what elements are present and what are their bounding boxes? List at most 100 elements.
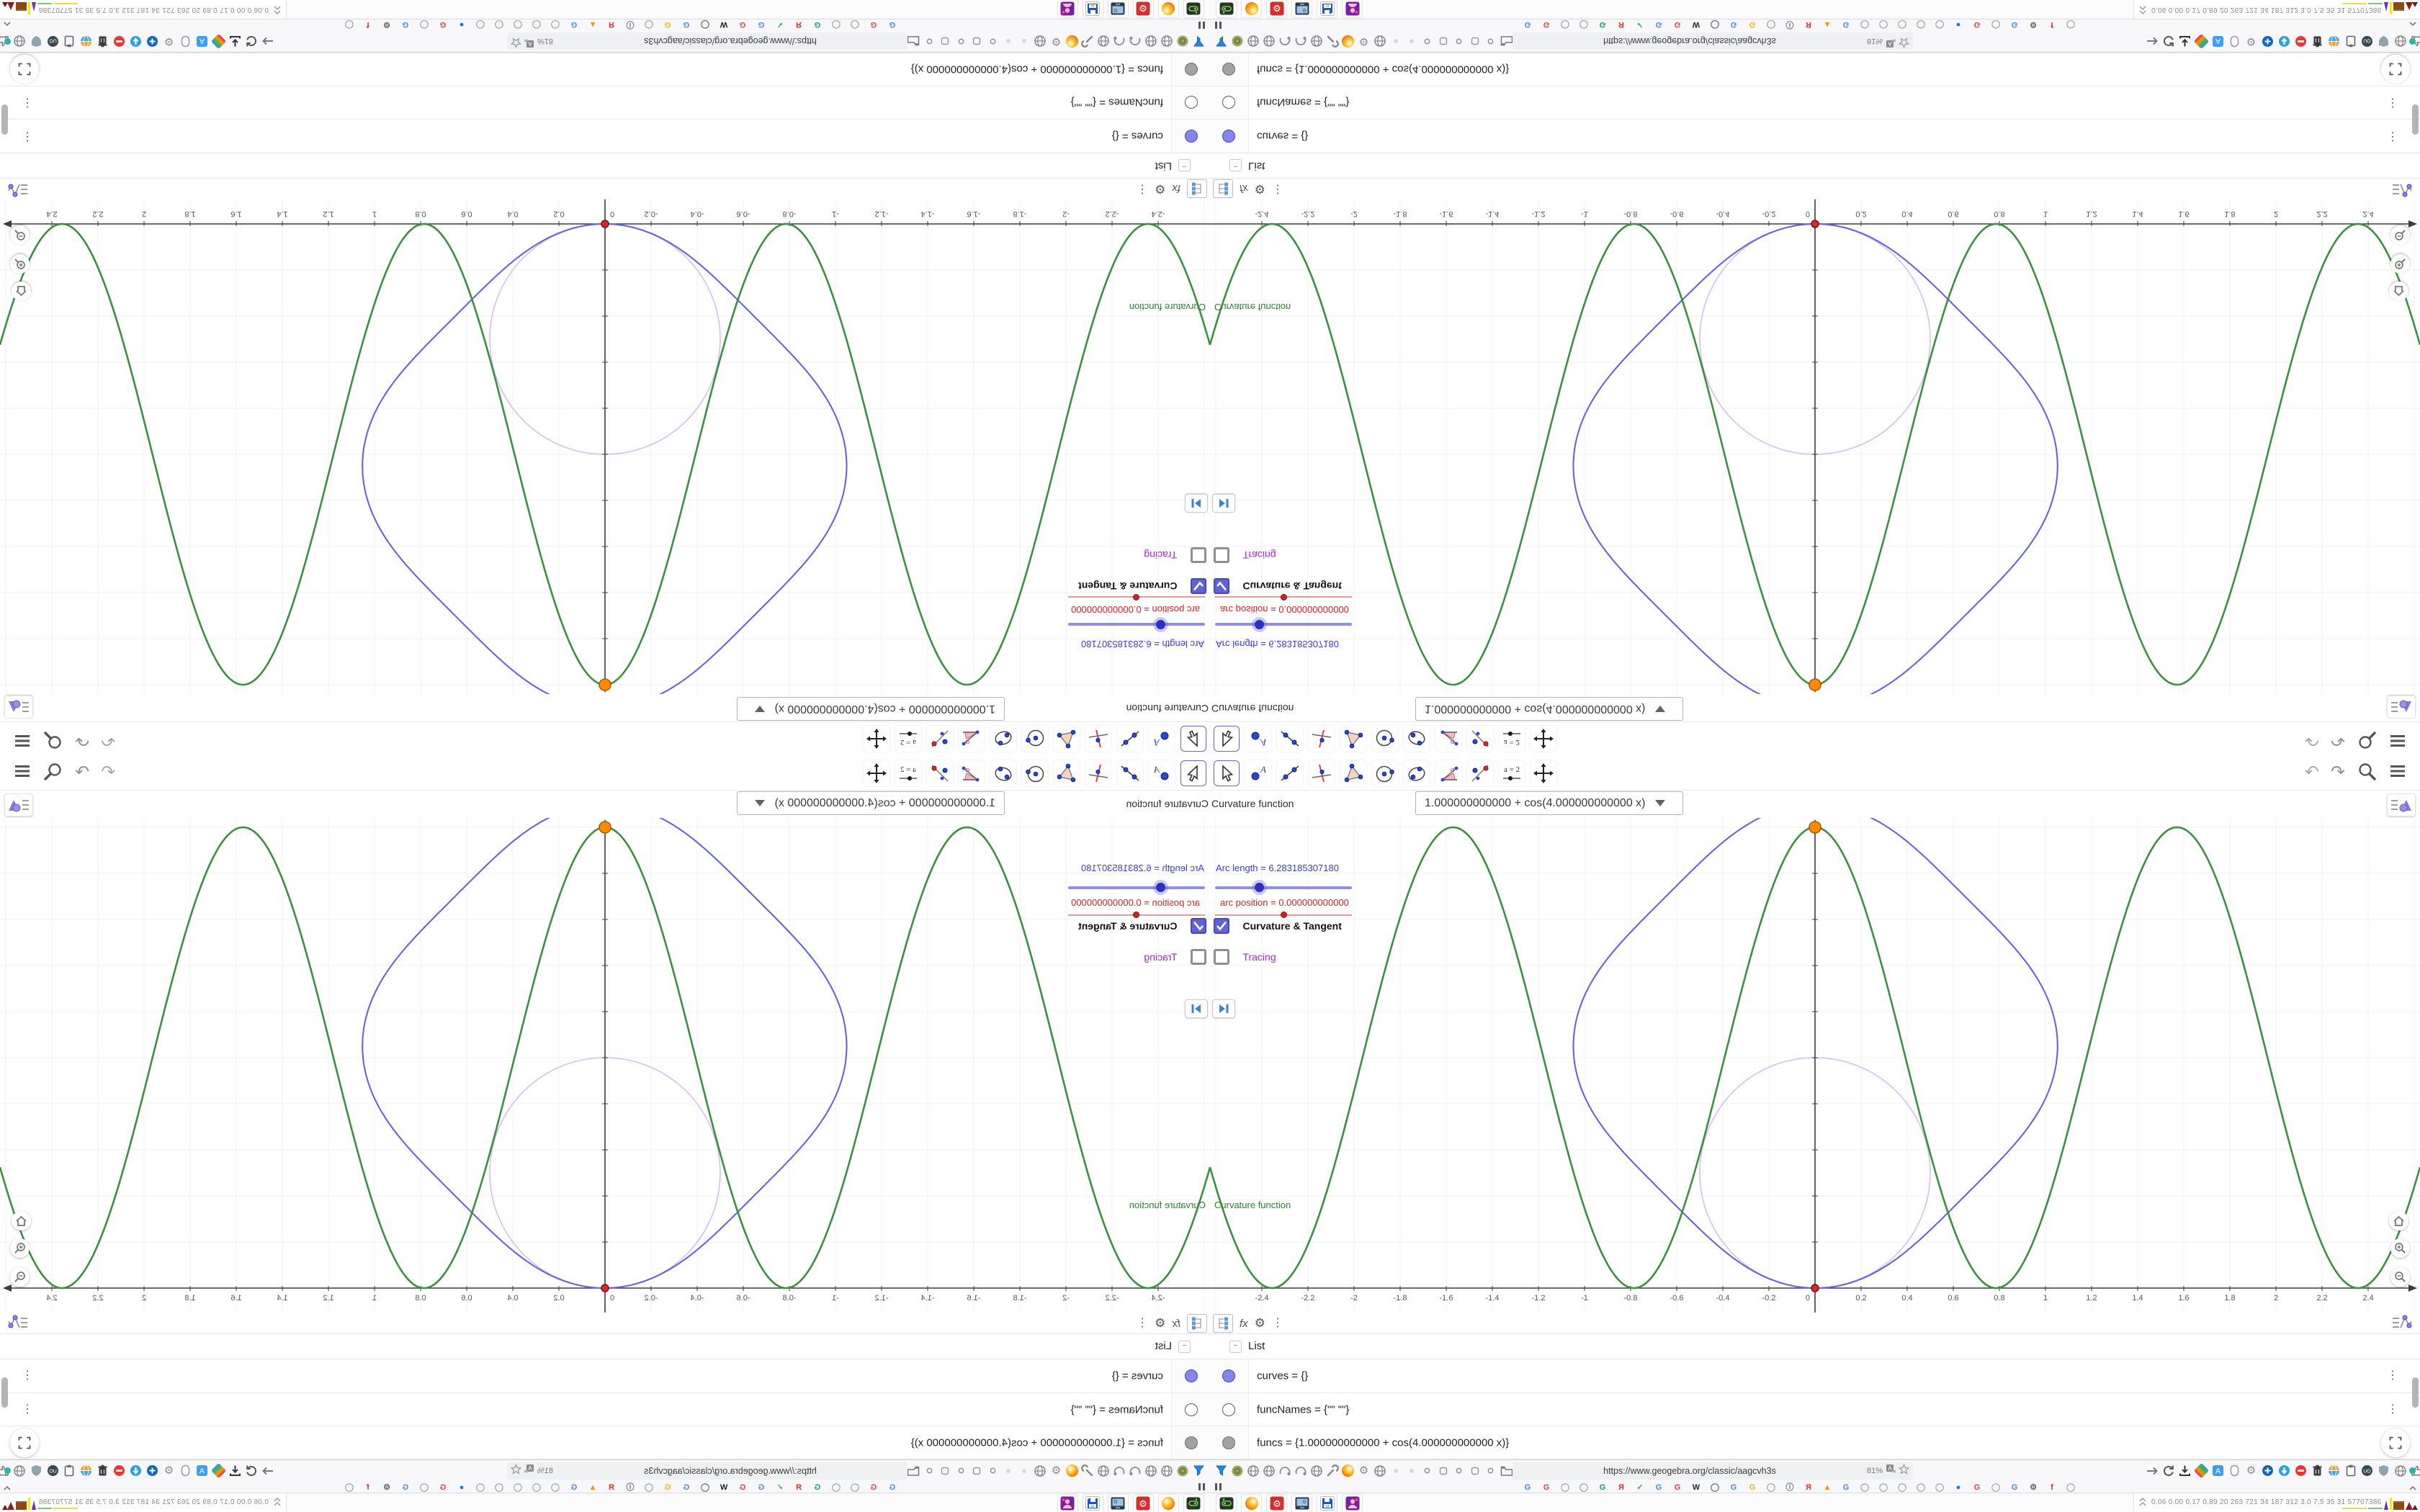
gear-icon[interactable]: ⚙ <box>1357 1464 1371 1477</box>
zoom-out-button[interactable] <box>2390 225 2410 245</box>
visibility-marble[interactable] <box>1222 1436 1235 1449</box>
bookmark-favicon[interactable]: G <box>812 1482 823 1493</box>
settings-red-taskbar-button[interactable]: ⚙ <box>1266 1494 1287 1512</box>
folder-icon[interactable] <box>1500 1464 1513 1477</box>
arc-length-slider-knob[interactable] <box>1156 620 1166 629</box>
perpendicular-line-tool-button[interactable] <box>1309 760 1335 786</box>
folder-icon[interactable] <box>907 1464 920 1477</box>
tracing-checkbox[interactable] <box>1214 547 1229 563</box>
row-kebab-icon[interactable]: ⋮ <box>22 130 33 143</box>
gear-icon[interactable]: ⚙ <box>1049 35 1063 48</box>
bookmark-favicon[interactable]: ◯ <box>494 1482 504 1493</box>
person-purple-taskbar-button[interactable] <box>1057 0 1078 18</box>
slider-tool-button[interactable]: a = 2 <box>1499 760 1525 786</box>
olive-icon[interactable] <box>1176 1464 1190 1477</box>
globe-icon[interactable] <box>1160 1464 1174 1477</box>
undo-icon[interactable]: ↶ <box>2305 760 2319 785</box>
wrench-icon[interactable] <box>1081 1464 1095 1477</box>
visibility-marble[interactable] <box>1222 96 1235 109</box>
globe-icon[interactable] <box>1246 35 1260 48</box>
zoom-out-button[interactable] <box>2390 1267 2410 1287</box>
angle-tool-button[interactable]: α <box>1435 760 1461 786</box>
line-tool-button[interactable] <box>1277 726 1303 752</box>
algebra-row-curves[interactable]: curves = {} ⋮ <box>0 1359 1210 1393</box>
menu-icon[interactable] <box>13 762 32 784</box>
point-tool-button[interactable]: A <box>1149 726 1175 752</box>
polygon-tool-button[interactable] <box>1054 726 1080 752</box>
home-button[interactable] <box>12 1211 31 1230</box>
globe-icon[interactable] <box>13 1464 27 1477</box>
bookmark-favicon[interactable]: G <box>2009 1482 2020 1493</box>
arc-position-slider[interactable] <box>1215 593 1352 600</box>
bookmark-favicon[interactable]: ◯ <box>1991 20 2001 30</box>
mdot-icon[interactable] <box>986 1464 1000 1477</box>
mdot-icon[interactable] <box>986 35 1000 48</box>
zoom-level-badge[interactable]: 81% <box>1867 37 1883 45</box>
circle-tool-button[interactable] <box>1022 760 1048 786</box>
bookmark-favicon[interactable]: ✓ <box>775 20 785 30</box>
arc-length-slider-knob[interactable] <box>1254 883 1264 892</box>
trash-icon[interactable] <box>96 1464 109 1477</box>
bookmark-favicon[interactable]: ◯ <box>1710 20 1720 30</box>
bookmark-favicon[interactable]: ◯ <box>550 20 560 30</box>
bookmark-favicon[interactable]: G <box>869 20 879 30</box>
bookmark-favicon[interactable]: ◯ <box>850 1482 860 1493</box>
pause-icon[interactable] <box>1215 22 1222 29</box>
angle-tool-button[interactable]: α <box>959 726 985 752</box>
fullscreen-button[interactable] <box>10 1428 39 1457</box>
globe-icon[interactable] <box>1373 35 1386 48</box>
algebra-row-funcs[interactable]: funcs = {1.000000000000 + cos(4.00000000… <box>0 53 1210 86</box>
bookmark-favicon[interactable]: ◯ <box>475 20 485 30</box>
algebra-row-curves[interactable]: curves = {} ⋮ <box>1210 1359 2420 1393</box>
bookmark-favicon[interactable]: G <box>2009 20 2020 30</box>
gear-icon[interactable]: ⚙ <box>1255 181 1265 196</box>
msq-icon[interactable] <box>970 35 984 48</box>
point-tool-button[interactable]: A <box>1149 760 1175 786</box>
mdot-icon[interactable] <box>1420 35 1434 48</box>
bookmark-favicon[interactable]: ⚙ <box>382 20 392 30</box>
angle-tool-button[interactable]: α <box>1435 726 1461 752</box>
bookmark-favicon[interactable]: G <box>887 20 897 30</box>
row-kebab-icon[interactable]: ⋮ <box>2387 1403 2398 1415</box>
bookmark-star-icon[interactable] <box>510 34 522 49</box>
slider-tool-button[interactable]: a = 2 <box>895 760 921 786</box>
bookmark-favicon[interactable]: G <box>756 20 766 30</box>
zoom-in-button[interactable] <box>10 1238 30 1258</box>
bookmark-favicon[interactable]: ◯ <box>2066 20 2076 30</box>
monitor-taskbar-button[interactable]: ⚙ <box>1291 1494 1312 1512</box>
download-icon[interactable] <box>2178 1464 2192 1477</box>
bookmark-star-icon[interactable] <box>510 1463 522 1478</box>
url-bar[interactable]: https://www.geogebra.org/classic/aagcvh3… <box>1512 32 1913 50</box>
bookmark-favicon[interactable]: G <box>663 20 673 30</box>
globe-icon[interactable] <box>1097 35 1111 48</box>
visibility-marble[interactable] <box>1185 63 1198 76</box>
zoom-level-badge[interactable]: 81% <box>537 37 553 45</box>
kebab-menu-icon[interactable]: ⋮ <box>1137 1317 1148 1329</box>
bookmark-favicon[interactable]: G <box>681 20 691 30</box>
bookmark-favicon[interactable]: f <box>2047 1482 2057 1493</box>
bookmark-favicon[interactable]: ⓘ <box>1785 20 1795 30</box>
device-green-taskbar-button[interactable] <box>1183 0 1204 18</box>
visibility-marble[interactable] <box>1185 96 1198 109</box>
bookmark-favicon[interactable]: G <box>1541 20 1551 30</box>
gear-icon[interactable]: ⚙ <box>1255 1316 1265 1331</box>
menu-icon[interactable] <box>2388 762 2407 784</box>
trash-icon[interactable] <box>2311 1464 2324 1477</box>
circle-tool-button[interactable] <box>1372 726 1398 752</box>
arc-length-slider[interactable] <box>1215 619 1352 629</box>
device-green-taskbar-button[interactable] <box>1183 1494 1204 1512</box>
fullscreen-button[interactable] <box>2381 1428 2410 1457</box>
tray-chevrons-icon[interactable] <box>273 1 282 16</box>
downblue-icon[interactable] <box>129 35 143 48</box>
bookmark-favicon[interactable]: W <box>719 20 729 30</box>
crayon-icon[interactable] <box>210 33 227 50</box>
oval-icon[interactable] <box>179 35 192 48</box>
kebab-menu-icon[interactable]: ⋮ <box>1272 183 1283 195</box>
shieldgray-icon[interactable] <box>2377 1464 2390 1477</box>
plusblue-icon[interactable] <box>145 1464 159 1477</box>
bookmark-favicon[interactable]: ◯ <box>344 20 354 30</box>
fx-icon[interactable]: fx <box>1172 1318 1180 1330</box>
reflect-tool-button[interactable] <box>927 760 953 786</box>
mdot-icon[interactable] <box>1452 35 1466 48</box>
firefox-icon[interactable] <box>1341 1464 1355 1477</box>
